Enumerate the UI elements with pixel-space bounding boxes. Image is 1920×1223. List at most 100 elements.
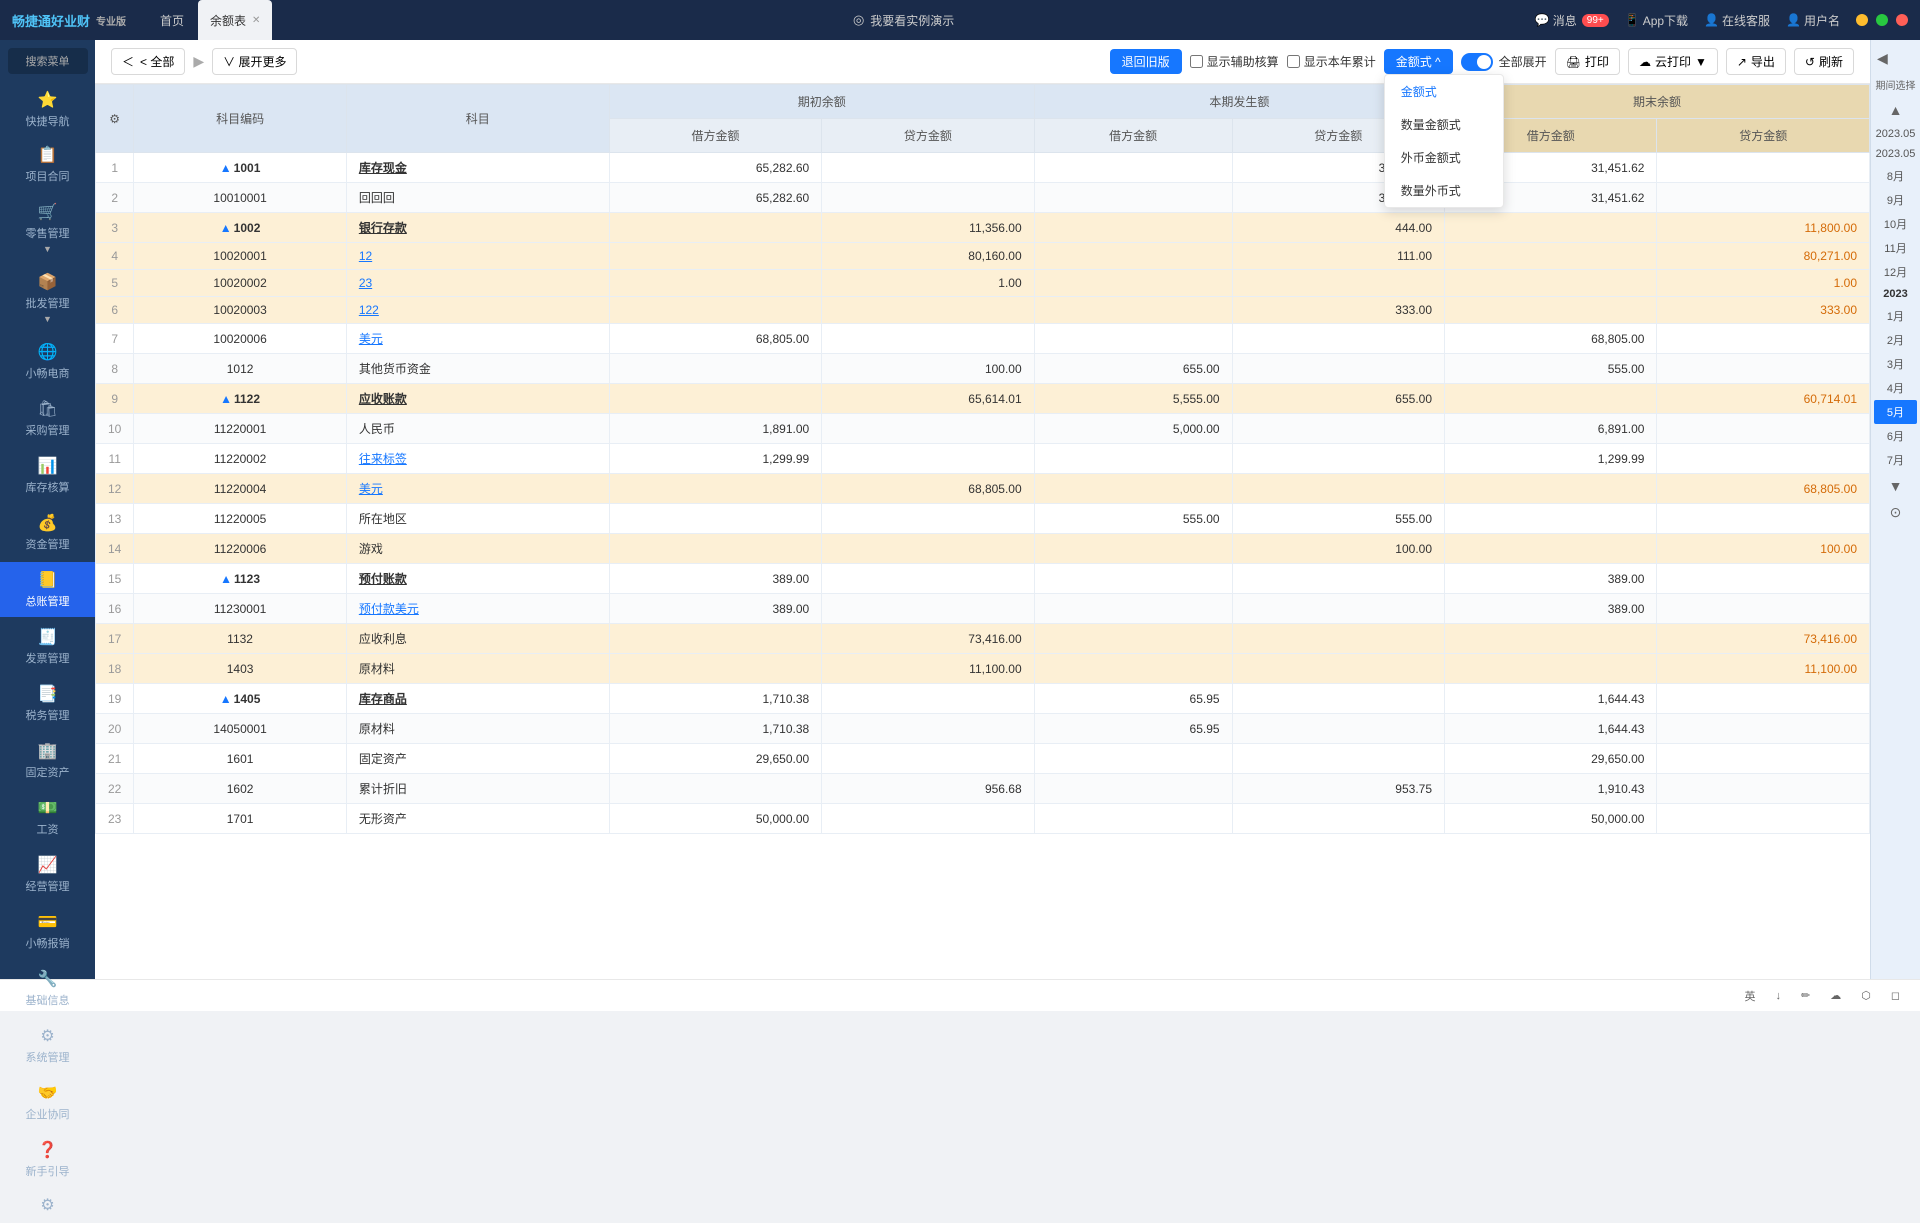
table-row-name[interactable]: 其他货币资金	[346, 354, 609, 384]
table-row[interactable]: 211601固定资产29,650.0029,650.00	[96, 744, 1870, 774]
month-item[interactable]: 10月	[1874, 212, 1918, 236]
mode-qty-foreign[interactable]: 数量外币式	[1385, 174, 1503, 207]
cloud-print-button[interactable]: ☁ 云打印 ▼	[1628, 48, 1718, 75]
table-row[interactable]: 221602累计折旧956.68953.751,910.43	[96, 774, 1870, 804]
table-row-name[interactable]: 游戏	[346, 534, 609, 564]
table-row[interactable]: 510020002231.001.00	[96, 270, 1870, 297]
sidebar-item-inventory[interactable]: 📊 库存核算	[0, 448, 95, 503]
table-row[interactable]: 4100200011280,160.00111.0080,271.00	[96, 243, 1870, 270]
maximize-btn[interactable]	[1876, 14, 1888, 26]
period-up-icon[interactable]: ▲	[1887, 100, 1905, 120]
table-row-name[interactable]: 往来标签	[346, 444, 609, 474]
table-row[interactable]: 3▲1002银行存款11,356.00444.0011,800.00	[96, 213, 1870, 243]
month-item[interactable]: 11月	[1874, 236, 1918, 260]
month-item[interactable]: 2023	[1874, 284, 1918, 304]
table-row-name[interactable]: 12	[346, 243, 609, 270]
sidebar-item-system[interactable]: ⚙ 系统管理	[0, 1018, 95, 1073]
table-row-name[interactable]: 美元	[346, 474, 609, 504]
sidebar-item-purchase[interactable]: 🛍 采购管理	[0, 391, 95, 446]
table-row-name[interactable]: 原材料	[346, 714, 609, 744]
table-row-name[interactable]: 库存现金	[346, 153, 609, 183]
month-item[interactable]: 6月	[1874, 424, 1918, 448]
close-btn[interactable]	[1896, 14, 1908, 26]
table-row[interactable]: 610020003122333.00333.00	[96, 297, 1870, 324]
month-item[interactable]: 7月	[1874, 448, 1918, 472]
sidebar-item-marketing[interactable]: 💳 小畅报销	[0, 904, 95, 959]
table-row-name[interactable]: 所在地区	[346, 504, 609, 534]
square-icon[interactable]: ◻	[1887, 987, 1904, 1004]
show-ytd-check[interactable]: 显示本年累计	[1287, 53, 1376, 70]
user-avatar[interactable]: 👤 用户名	[1786, 12, 1840, 29]
demo-link[interactable]: ◎ 我要看实例演示	[853, 12, 954, 29]
mode-foreign[interactable]: 外币金额式	[1385, 141, 1503, 174]
tab-balance[interactable]: 余额表 ✕	[198, 0, 272, 40]
table-row-name[interactable]: 回回回	[346, 183, 609, 213]
sidebar-item-basic[interactable]: 🔧 基础信息	[0, 961, 95, 1016]
table-row[interactable]: 1311220005所在地区555.00555.00	[96, 504, 1870, 534]
export-button[interactable]: ↗ 导出	[1726, 48, 1786, 75]
table-row[interactable]: 19▲1405库存商品1,710.3865.951,644.43	[96, 684, 1870, 714]
table-row-name[interactable]: 23	[346, 270, 609, 297]
panel-collapse-icon[interactable]: ◀	[1875, 48, 1890, 69]
message-btn[interactable]: 💬 消息 99+	[1535, 12, 1609, 29]
table-row-name[interactable]: 累计折旧	[346, 774, 609, 804]
sidebar-item-operations[interactable]: 📈 经营管理	[0, 847, 95, 902]
sidebar-item-assets[interactable]: 🏢 固定资产	[0, 733, 95, 788]
table-row[interactable]: 1▲1001库存现金65,282.6033,830.9831,451.62	[96, 153, 1870, 183]
settings-icon[interactable]: ⚙	[40, 1197, 54, 1214]
print-button[interactable]: 🖨 打印	[1555, 48, 1620, 75]
table-row[interactable]: 710020006美元68,805.0068,805.00	[96, 324, 1870, 354]
toggle-switch-control[interactable]	[1461, 53, 1493, 71]
lang-icon[interactable]: 英	[1741, 986, 1760, 1006]
month-item[interactable]: 9月	[1874, 188, 1918, 212]
month-item[interactable]: 12月	[1874, 260, 1918, 284]
month-item[interactable]: 2023.05	[1874, 124, 1918, 144]
table-row-name[interactable]: 库存商品	[346, 684, 609, 714]
sidebar-item-quicknav[interactable]: ⭐ 快捷导航	[0, 82, 95, 137]
table-row-name[interactable]: 应收账款	[346, 384, 609, 414]
sidebar-item-capital[interactable]: 💰 资金管理	[0, 505, 95, 560]
download-icon[interactable]: ↓	[1772, 988, 1786, 1004]
table-row[interactable]: 1411220006游戏100.00100.00	[96, 534, 1870, 564]
settings-header[interactable]: ⚙	[96, 85, 134, 153]
tab-home[interactable]: 首页	[146, 0, 198, 40]
online-service-btn[interactable]: 👤 在线客服	[1704, 12, 1770, 29]
expand-all-toggle[interactable]: 全部展开	[1461, 53, 1547, 71]
edit-icon[interactable]: ✏	[1797, 987, 1814, 1004]
month-item[interactable]: 4月	[1874, 376, 1918, 400]
table-row[interactable]: 81012其他货币资金100.00655.00555.00	[96, 354, 1870, 384]
period-down-icon[interactable]: ▼	[1887, 476, 1905, 496]
mode-amount[interactable]: 金额式	[1385, 75, 1503, 108]
table-row[interactable]: 210010001回回回65,282.6033,830.9831,451.62	[96, 183, 1870, 213]
table-row[interactable]: 171132应收利息73,416.0073,416.00	[96, 624, 1870, 654]
table-row-name[interactable]: 人民币	[346, 414, 609, 444]
sidebar-item-tax[interactable]: 📑 税务管理	[0, 676, 95, 731]
auxiliary-checkbox[interactable]	[1190, 55, 1203, 68]
sidebar-item-salary[interactable]: 💵 工资	[0, 790, 95, 845]
hex-icon[interactable]: ⬡	[1857, 987, 1875, 1004]
table-row[interactable]: 1211220004美元68,805.0068,805.00	[96, 474, 1870, 504]
cloud-icon[interactable]: ☁	[1826, 987, 1845, 1004]
month-item[interactable]: 5月	[1874, 400, 1918, 424]
month-item[interactable]: 1月	[1874, 304, 1918, 328]
ytd-checkbox[interactable]	[1287, 55, 1300, 68]
table-row[interactable]: 9▲1122应收账款65,614.015,555.00655.0060,714.…	[96, 384, 1870, 414]
search-menu[interactable]: 搜索菜单	[8, 48, 88, 74]
table-row-name[interactable]: 固定资产	[346, 744, 609, 774]
sidebar-item-ecommerce[interactable]: 🌐 小畅电商	[0, 334, 95, 389]
refresh-button[interactable]: ↺ 刷新	[1794, 48, 1854, 75]
table-row-name[interactable]: 预付款美元	[346, 594, 609, 624]
table-row-name[interactable]: 122	[346, 297, 609, 324]
sidebar-item-invoice[interactable]: 🧾 发票管理	[0, 619, 95, 674]
month-item[interactable]: 8月	[1874, 164, 1918, 188]
sidebar-item-project[interactable]: 📋 项目合同	[0, 137, 95, 192]
sidebar-item-guide[interactable]: ❓ 新手引导	[0, 1132, 95, 1187]
table-row-name[interactable]: 应收利息	[346, 624, 609, 654]
month-item[interactable]: 2月	[1874, 328, 1918, 352]
app-download-btn[interactable]: 📱 App下载	[1625, 12, 1688, 29]
collapse-panel-icon[interactable]: ⊙	[1890, 504, 1902, 521]
table-row[interactable]: 1111220002往来标签1,299.991,299.99	[96, 444, 1870, 474]
mode-qty-amount[interactable]: 数量金额式	[1385, 108, 1503, 141]
table-row-name[interactable]: 银行存款	[346, 213, 609, 243]
back-button[interactable]: ＜ < 全部	[111, 48, 185, 75]
